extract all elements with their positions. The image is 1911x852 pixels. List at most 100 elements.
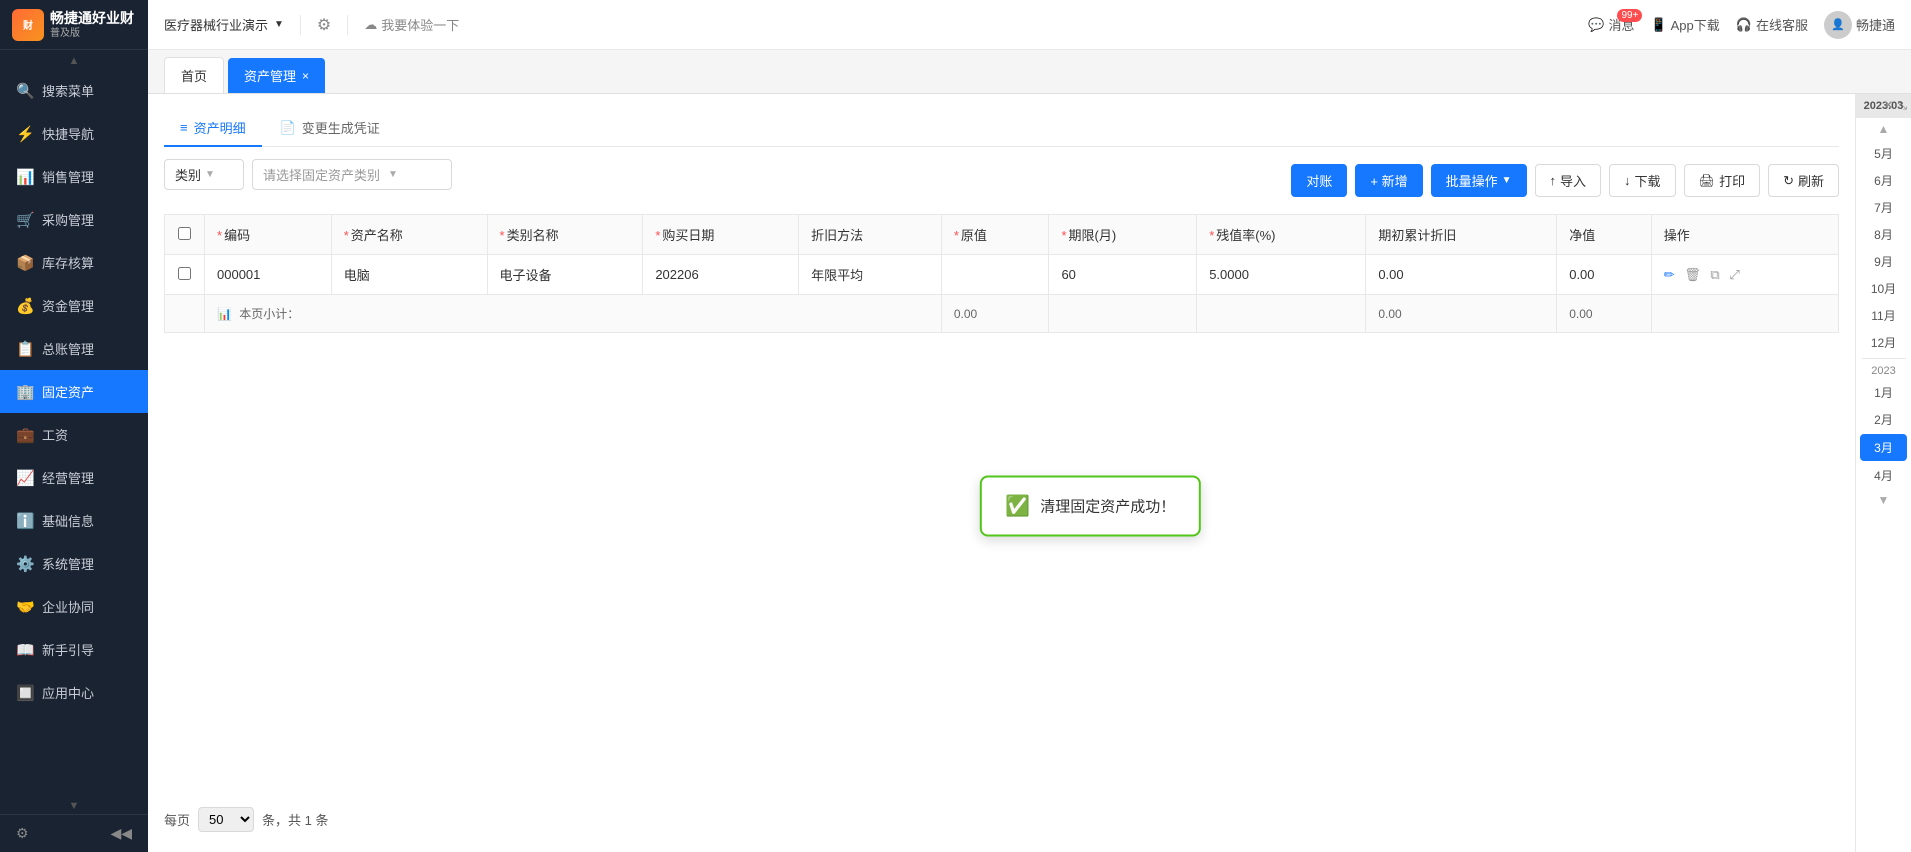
timeline-month-10[interactable]: 10月: [1856, 275, 1911, 302]
user-avatar-btn[interactable]: 👤 畅捷通: [1824, 11, 1895, 39]
sidebar-item-inventory[interactable]: 📦 库存核算: [0, 241, 148, 284]
header-checkbox-cell: [165, 215, 205, 255]
select-all-checkbox[interactable]: [178, 227, 191, 240]
sub-tab-change-voucher[interactable]: 📄 变更生成凭证: [264, 110, 396, 147]
tab-home[interactable]: 首页: [164, 57, 224, 93]
sidebar-item-appstore[interactable]: 🔲 应用中心: [0, 671, 148, 714]
header-code: *编码: [205, 215, 332, 255]
sidebar-item-payroll[interactable]: 💼 工资: [0, 413, 148, 456]
sidebar-item-guide[interactable]: 📖 新手引导: [0, 628, 148, 671]
batch-ops-button[interactable]: 批量操作 ▼: [1431, 164, 1527, 197]
sidebar-scroll-down[interactable]: ▼: [0, 795, 148, 814]
company-selector[interactable]: 医疗器械行业演示 ▼: [164, 15, 284, 34]
app-download-label: App下载: [1671, 15, 1720, 34]
timeline-scroll-up[interactable]: ▲: [1856, 118, 1911, 140]
refresh-button[interactable]: ↻ 刷新: [1768, 164, 1839, 197]
chevron-down-icon3: ▼: [1502, 175, 1512, 186]
timeline-scroll-down[interactable]: ▼: [1856, 489, 1911, 511]
delete-icon[interactable]: 🗑: [1684, 267, 1701, 282]
row-code: 000001: [205, 255, 332, 295]
experience-btn[interactable]: ☁ 我要体验一下: [364, 15, 459, 34]
header-residual-rate: *残值率(%): [1197, 215, 1366, 255]
guide-icon: 📖: [16, 641, 34, 659]
sidebar-nav: 🔍 搜索菜单 ⚡ 快捷导航 📊 销售管理 🛒 采购管理 📦 库存核算 💰 资金管…: [0, 69, 148, 795]
sub-tab-asset-detail[interactable]: ≡ 资产明细: [164, 110, 262, 147]
table-row: 000001 电脑 电子设备 202206 年限平均 60 5.0000 0.0…: [165, 255, 1839, 295]
timeline-expand-icon[interactable]: ⤡: [1897, 98, 1907, 113]
category-filter-input[interactable]: 请选择固定资产类别 ▼: [252, 159, 452, 190]
per-page-select[interactable]: 50 100 200: [198, 807, 254, 832]
subtotal-initial: 0.00: [1366, 295, 1557, 333]
app-logo: 财: [12, 9, 44, 41]
row-residual-rate: 5.0000: [1197, 255, 1366, 295]
new-button[interactable]: + 新增: [1355, 164, 1422, 197]
import-button[interactable]: ↑ 导入: [1535, 164, 1602, 197]
sub-tabs: ≡ 资产明细 📄 变更生成凭证: [164, 110, 1839, 147]
tab-close-icon[interactable]: ×: [302, 69, 309, 83]
timeline-month-9[interactable]: 9月: [1856, 248, 1911, 275]
download-button[interactable]: ↓ 下载: [1609, 164, 1676, 197]
row-name: 电脑: [331, 255, 487, 295]
sidebar-item-funds[interactable]: 💰 资金管理: [0, 284, 148, 327]
row-purchase-date: 202206: [643, 255, 799, 295]
sidebar-item-operations[interactable]: 📈 经营管理: [0, 456, 148, 499]
message-btn[interactable]: 💬 消息 99+: [1588, 15, 1634, 34]
list-icon: ≡: [180, 120, 188, 135]
timeline-month-2[interactable]: 2月: [1856, 406, 1911, 433]
topbar-divider2: [347, 15, 348, 35]
quicknav-icon: ⚡: [16, 125, 34, 143]
topbar-right: 💬 消息 99+ 📱 App下载 🎧 在线客服 👤 畅捷通: [1588, 11, 1895, 39]
toolbar-right: 对账 + 新增 批量操作 ▼ ↑ 导入 ↓ 下载: [1291, 164, 1839, 197]
copy-icon[interactable]: ⧉: [1710, 267, 1719, 282]
edit-icon[interactable]: ✏: [1664, 267, 1675, 282]
timeline-month-12[interactable]: 12月: [1856, 329, 1911, 356]
timeline-month-11[interactable]: 11月: [1856, 302, 1911, 329]
sidebar-item-search[interactable]: 🔍 搜索菜单: [0, 69, 148, 112]
avatar: 👤: [1824, 11, 1852, 39]
timeline-month-8[interactable]: 8月: [1856, 221, 1911, 248]
timeline-month-1[interactable]: 1月: [1856, 379, 1911, 406]
timeline-month-3[interactable]: 3月: [1860, 434, 1907, 461]
collapse-button[interactable]: ◀◀: [110, 825, 132, 842]
sidebar-item-basic-info[interactable]: ℹ️ 基础信息: [0, 499, 148, 542]
sidebar-item-ledger[interactable]: 📋 总账管理: [0, 327, 148, 370]
tab-asset-mgmt[interactable]: 资产管理 ×: [228, 58, 325, 93]
header-period: *期限(月): [1049, 215, 1197, 255]
print-button[interactable]: 🖨 打印: [1684, 164, 1761, 197]
timeline-close-icon[interactable]: ✕: [1883, 98, 1893, 113]
ledger-icon: 📋: [16, 340, 34, 358]
timeline-month-7[interactable]: 7月: [1856, 194, 1911, 221]
settings-button[interactable]: ⚙: [16, 825, 29, 842]
row-initial-accum: 0.00: [1366, 255, 1557, 295]
print-icon: 🖨: [1699, 173, 1716, 189]
app-download-btn[interactable]: 📱 App下载: [1650, 15, 1719, 34]
more-icon[interactable]: ⤢: [1729, 267, 1739, 282]
sidebar-item-enterprise[interactable]: 🤝 企业协同: [0, 585, 148, 628]
experience-icon: ☁: [364, 17, 377, 33]
chevron-down-icon: ▼: [274, 19, 284, 30]
tabbar: 首页 资产管理 ×: [148, 50, 1911, 94]
pagination-bar: 每页 50 100 200 条，共 1 条: [164, 797, 1839, 836]
timeline-month-5[interactable]: 5月: [1856, 140, 1911, 167]
reconcile-button[interactable]: 对账: [1291, 164, 1347, 197]
sidebar-item-sales[interactable]: 📊 销售管理: [0, 155, 148, 198]
header-net-value: 净值: [1557, 215, 1652, 255]
row-depreciation: 年限平均: [799, 255, 942, 295]
sidebar-item-quicknav[interactable]: ⚡ 快捷导航: [0, 112, 148, 155]
online-service-btn[interactable]: 🎧 在线客服: [1736, 15, 1808, 34]
inventory-icon: 📦: [16, 254, 34, 272]
row-checkbox[interactable]: [178, 267, 191, 280]
document-icon: 📄: [280, 120, 296, 136]
sidebar-item-system[interactable]: ⚙️ 系统管理: [0, 542, 148, 585]
sidebar-item-fixed-assets[interactable]: 🏢 固定资产: [0, 370, 148, 413]
experience-label: 我要体验一下: [381, 15, 459, 34]
settings-icon[interactable]: ⚙: [317, 15, 331, 35]
timeline-month-6[interactable]: 6月: [1856, 167, 1911, 194]
category-select[interactable]: 类别 ▼: [164, 159, 244, 190]
table-wrap: *编码 *资产名称 *类别名称 *购买日期 折旧方法 *原值 *期限(月) *残…: [164, 214, 1839, 797]
purchase-icon: 🛒: [16, 211, 34, 229]
sidebar-scroll-up[interactable]: ▲: [0, 50, 148, 69]
timeline-month-4[interactable]: 4月: [1856, 462, 1911, 489]
sidebar-item-purchase[interactable]: 🛒 采购管理: [0, 198, 148, 241]
subtotal-residual: [1197, 295, 1366, 333]
